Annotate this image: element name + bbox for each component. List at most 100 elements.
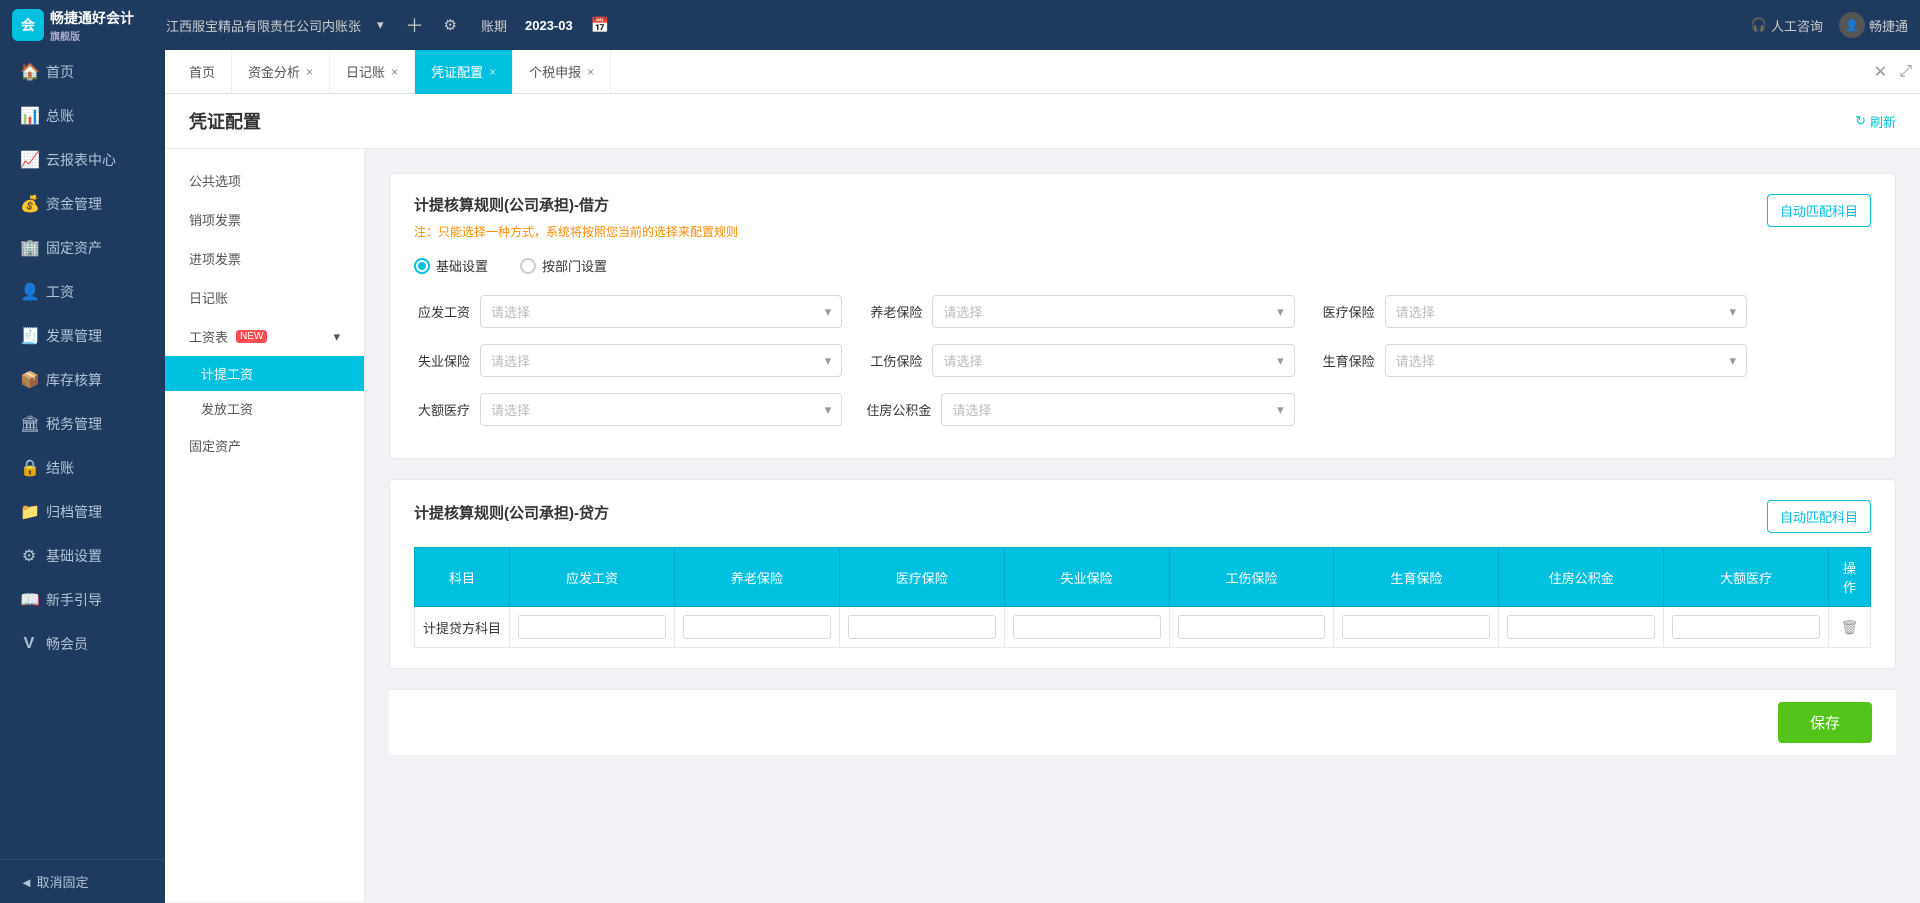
large-medical-select[interactable]: 请选择 ▾ [480, 393, 842, 426]
medical-select[interactable]: 请选择 ▾ [1385, 295, 1747, 328]
menu-item-public[interactable]: 公共选项 [165, 161, 364, 200]
ledger-icon: 📊 [20, 106, 38, 126]
cell-injury[interactable] [1169, 607, 1334, 648]
input-medical[interactable] [848, 615, 996, 639]
menu-item-journal[interactable]: 日记账 [165, 278, 364, 317]
tab-funds[interactable]: 资金分析 × [232, 50, 330, 94]
radio-basic[interactable]: 基础设置 [414, 256, 488, 275]
inventory-icon: 📦 [20, 370, 38, 390]
menu-item-accrue-salary[interactable]: 计提工资 [165, 356, 364, 391]
tab-funds-close[interactable]: × [306, 65, 313, 79]
save-bar: 保存 [389, 689, 1896, 755]
menu-item-fixed-assets[interactable]: 固定资产 [165, 426, 364, 465]
field-unemployment: 失业保险 请选择 ▾ [414, 344, 842, 377]
cell-large-medical[interactable] [1664, 607, 1829, 648]
housing-fund-select[interactable]: 请选择 ▾ [941, 393, 1294, 426]
cell-medical[interactable] [839, 607, 1004, 648]
row-label: 计提贷方科目 [415, 607, 510, 648]
add-icon[interactable]: ＋ [406, 12, 424, 38]
refresh-label: 刷新 [1870, 112, 1896, 131]
debit-section-title: 计提核算规则(公司承担)-借方 [414, 194, 1747, 215]
save-button[interactable]: 保存 [1778, 702, 1872, 743]
tab-tax-close[interactable]: × [587, 65, 594, 79]
radio-dept[interactable]: 按部门设置 [520, 256, 607, 275]
user-menu[interactable]: 👤 畅捷通 [1839, 12, 1908, 38]
menu-item-payroll-table[interactable]: 工资表 NEW ▾ [165, 317, 364, 356]
tabbar: 首页 资金分析 × 日记账 × 凭证配置 × 个税申报 × ✕ ⤢ [165, 50, 1920, 94]
sidebar-item-guide[interactable]: 📖 新手引导 [0, 578, 165, 622]
sidebar-label-funds: 资金管理 [46, 194, 102, 214]
sidebar-item-funds[interactable]: 💰 资金管理 [0, 182, 165, 226]
col-housing: 住房公积金 [1499, 548, 1664, 607]
maternity-select[interactable]: 请选择 ▾ [1385, 344, 1747, 377]
sidebar-item-inventory[interactable]: 📦 库存核算 [0, 358, 165, 402]
sidebar-label-guide: 新手引导 [46, 590, 102, 610]
page-title: 凭证配置 [189, 108, 261, 134]
cell-maternity[interactable] [1334, 607, 1499, 648]
input-maternity[interactable] [1342, 615, 1490, 639]
refresh-button[interactable]: ↻ 刷新 [1855, 112, 1896, 131]
sidebar-item-ledger[interactable]: 📊 总账 [0, 94, 165, 138]
expand-icon[interactable]: ⤢ [1899, 63, 1912, 81]
dropdown-icon[interactable]: ▾ [377, 17, 384, 33]
sidebar-item-vip[interactable]: V 畅会员 [0, 622, 165, 666]
sidebar-item-salary[interactable]: 👤 工资 [0, 270, 165, 314]
app-name: 畅捷通好会计 [50, 8, 134, 28]
input-unemployment[interactable] [1013, 615, 1161, 639]
menu-item-pay-salary[interactable]: 发放工资 [165, 391, 364, 426]
tab-voucher-label: 凭证配置 [431, 62, 483, 81]
gross-salary-select[interactable]: 请选择 ▾ [480, 295, 842, 328]
input-pension[interactable] [683, 615, 831, 639]
right-panel: 计提核算规则(公司承担)-借方 注：只能选择一种方式，系统将按照您当前的选择来配… [365, 149, 1920, 902]
sidebar-item-home[interactable]: 🏠 首页 [0, 50, 165, 94]
sidebar-item-archive[interactable]: 📁 归档管理 [0, 490, 165, 534]
col-unemployment: 失业保险 [1004, 548, 1169, 607]
unemployment-select[interactable]: 请选择 ▾ [480, 344, 842, 377]
topbar: 会 畅捷通好会计 旗舰版 江西服宝精品有限责任公司内账张 ▾ ＋ ⚙ 账期 20… [0, 0, 1920, 50]
input-injury[interactable] [1178, 615, 1326, 639]
injury-placeholder: 请选择 [943, 351, 982, 370]
pension-select[interactable]: 请选择 ▾ [932, 295, 1294, 328]
delete-row-button[interactable]: 🗑 [1841, 619, 1859, 635]
reports-icon: 📈 [20, 150, 38, 170]
calendar-icon[interactable]: 📅 [591, 16, 610, 34]
sidebar-item-tax[interactable]: 🏛 税务管理 [0, 402, 165, 446]
input-gross[interactable] [518, 615, 666, 639]
input-housing[interactable] [1507, 615, 1655, 639]
injury-select[interactable]: 请选择 ▾ [932, 344, 1294, 377]
service-button[interactable]: 🎧 人工咨询 [1751, 16, 1823, 35]
close-period-icon: 🔒 [20, 458, 38, 478]
cell-gross[interactable] [510, 607, 675, 648]
sidebar-item-invoice[interactable]: 🧾 发票管理 [0, 314, 165, 358]
sidebar-item-close[interactable]: 🔒 结账 [0, 446, 165, 490]
tab-voucher[interactable]: 凭证配置 × [415, 50, 513, 94]
debit-auto-match-button[interactable]: 自动匹配科目 [1767, 194, 1871, 227]
input-large-medical[interactable] [1672, 615, 1820, 639]
menu-pay-salary-label: 发放工资 [201, 402, 253, 417]
close-window-icon[interactable]: ✕ [1874, 62, 1887, 82]
tab-journal[interactable]: 日记账 × [330, 50, 415, 94]
sidebar-item-assets[interactable]: 🏢 固定资产 [0, 226, 165, 270]
menu-item-purchase-invoice[interactable]: 进项发票 [165, 239, 364, 278]
sidebar-item-settings[interactable]: ⚙ 基础设置 [0, 534, 165, 578]
page-header: 凭证配置 ↻ 刷新 [165, 94, 1920, 149]
cell-pension[interactable] [674, 607, 839, 648]
debit-section: 计提核算规则(公司承担)-借方 注：只能选择一种方式，系统将按照您当前的选择来配… [389, 173, 1896, 459]
debit-section-note: 注：只能选择一种方式，系统将按照您当前的选择来配置规则 [414, 223, 1747, 240]
cancel-fixed-button[interactable]: ◄ 取消固定 [0, 859, 165, 903]
injury-arrow: ▾ [1277, 353, 1284, 369]
sidebar-item-reports[interactable]: 📈 云报表中心 [0, 138, 165, 182]
tab-journal-close[interactable]: × [391, 65, 398, 79]
tab-voucher-close[interactable]: × [489, 65, 496, 79]
table-row: 计提贷方科目 🗑 [415, 607, 1871, 648]
sidebar-label-invoice: 发票管理 [46, 326, 102, 346]
large-medical-placeholder: 请选择 [491, 400, 530, 419]
cell-unemployment[interactable] [1004, 607, 1169, 648]
menu-item-sales-invoice[interactable]: 销项发票 [165, 200, 364, 239]
tab-home[interactable]: 首页 [173, 50, 232, 94]
tab-tax[interactable]: 个税申报 × [513, 50, 611, 94]
credit-auto-match-button[interactable]: 自动匹配科目 [1767, 500, 1871, 533]
gear-icon[interactable]: ⚙ [444, 16, 457, 34]
service-label: 人工咨询 [1771, 16, 1823, 35]
cell-housing[interactable] [1499, 607, 1664, 648]
